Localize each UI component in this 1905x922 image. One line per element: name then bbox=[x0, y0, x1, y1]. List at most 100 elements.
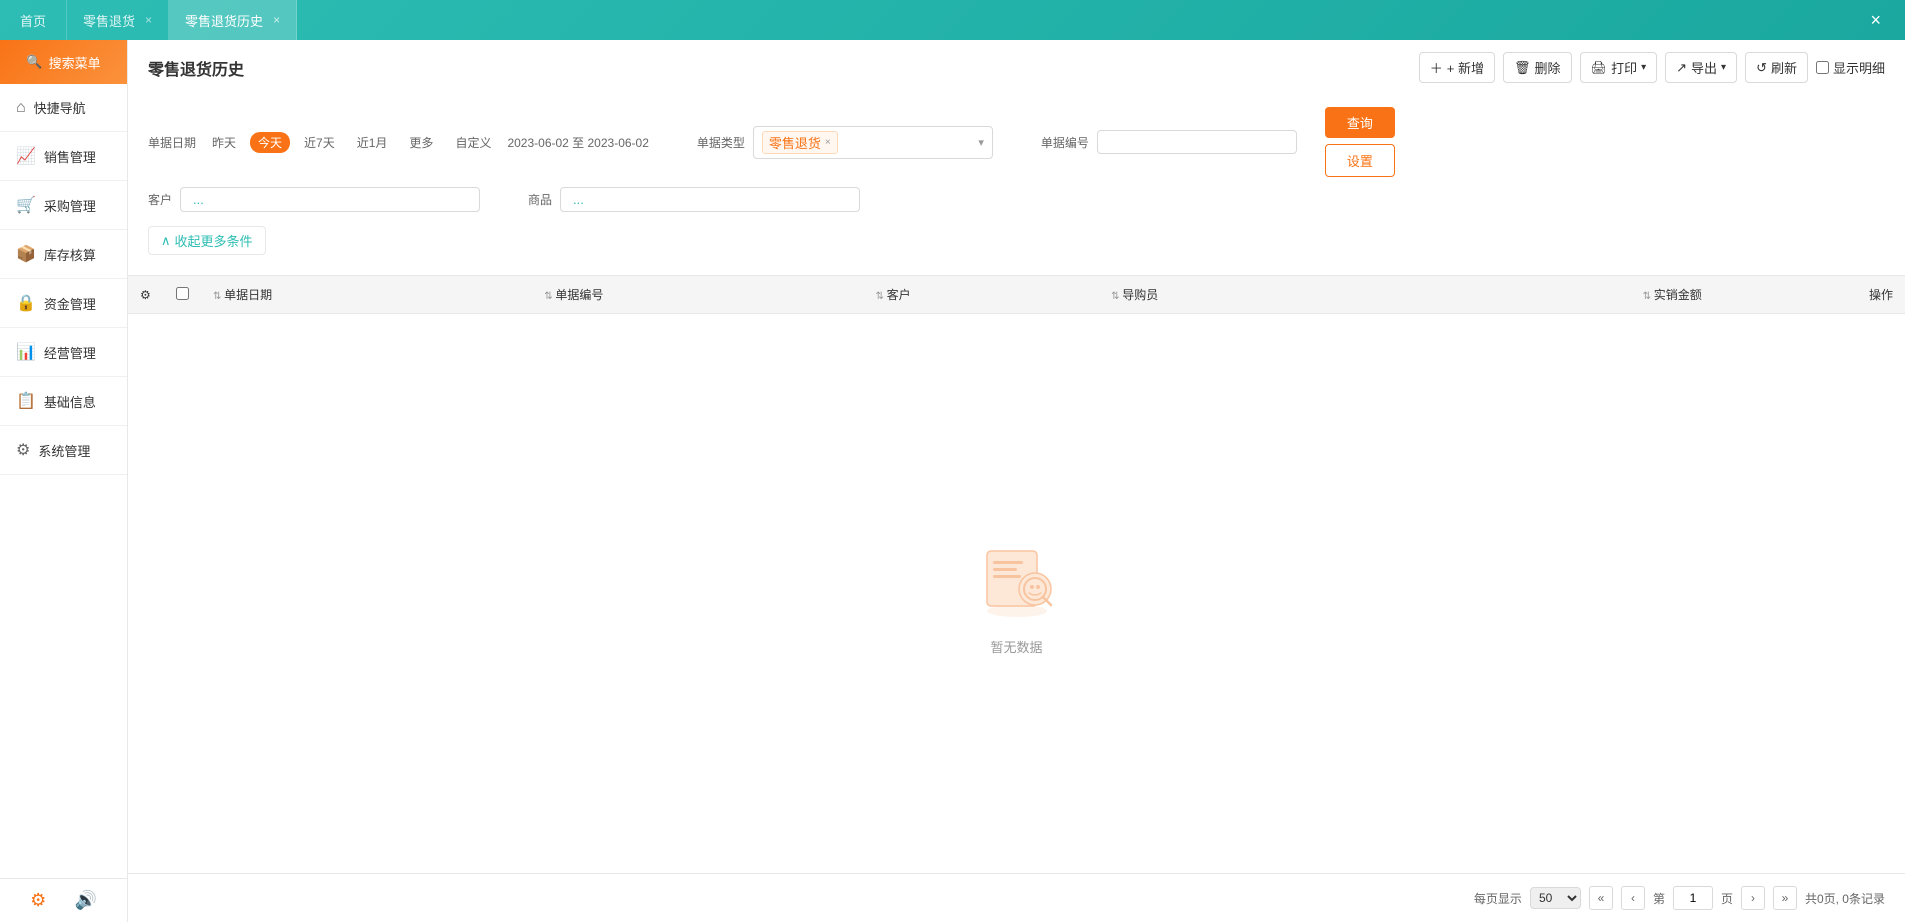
tab-retail-return-history-label: 零售退货历史 bbox=[185, 11, 263, 30]
operations-icon: 📊 bbox=[16, 342, 36, 362]
tab-retail-return-history-close[interactable]: × bbox=[273, 13, 280, 27]
filter-row-1: 单据日期 昨天 今天 近7天 近1月 更多 自定义 2023-06-02 至 2… bbox=[148, 107, 1885, 177]
collapse-button[interactable]: ∧ 收起更多条件 bbox=[148, 226, 266, 255]
window-close-button[interactable]: × bbox=[1862, 10, 1889, 31]
th-number[interactable]: 单据编号 bbox=[532, 276, 863, 314]
sidebar-item-purchase-mgmt[interactable]: 🛒 采购管理 bbox=[0, 181, 127, 230]
th-guide[interactable]: 导购员 bbox=[1099, 276, 1382, 314]
audio-footer-icon[interactable]: 🔊 bbox=[74, 890, 96, 911]
type-tag-label: 零售退货 bbox=[769, 133, 821, 152]
date-yesterday[interactable]: 昨天 bbox=[204, 132, 244, 153]
collapse-icon: ∧ bbox=[161, 233, 171, 249]
export-button[interactable]: ↗ 导出 bbox=[1665, 52, 1737, 83]
date-filter-label: 单据日期 bbox=[148, 134, 196, 151]
type-filter-label: 单据类型 bbox=[697, 134, 745, 151]
next-page-button[interactable]: › bbox=[1741, 886, 1765, 910]
setting-button[interactable]: 设置 bbox=[1325, 144, 1395, 177]
sidebar-item-sales-mgmt[interactable]: 📈 销售管理 bbox=[0, 132, 127, 181]
tab-retail-return-history[interactable]: 零售退货历史 × bbox=[169, 0, 297, 40]
query-button[interactable]: 查询 bbox=[1325, 107, 1395, 138]
sidebar-item-finance[interactable]: 🔒 资金管理 bbox=[0, 279, 127, 328]
last-page-button[interactable]: » bbox=[1773, 886, 1797, 910]
top-bar-right: × bbox=[1862, 10, 1905, 31]
export-label: 导出 bbox=[1691, 58, 1717, 77]
goods-select[interactable]: ... bbox=[560, 187, 860, 212]
table-container: ⚙ 单据日期 单据编号 客户 导购员 实销金额 操作 bbox=[128, 276, 1905, 873]
page-number-input[interactable] bbox=[1673, 886, 1713, 910]
goods-filter-label: 商品 bbox=[528, 191, 552, 208]
content-wrapper: 零售退货历史 ＋ + 新增 🗑 删除 🖨 打印 bbox=[128, 40, 1905, 922]
table-footer: 每页显示 20 50 100 « ‹ 第 页 › » 共0页, 0条记录 bbox=[128, 873, 1905, 922]
goods-ellipsis[interactable]: ... bbox=[569, 192, 588, 207]
date-today[interactable]: 今天 bbox=[250, 132, 290, 153]
content-area: 零售退货历史 ＋ + 新增 🗑 删除 🖨 打印 bbox=[128, 40, 1905, 922]
tab-retail-return-label: 零售退货 bbox=[83, 11, 135, 30]
date-filter-group: 单据日期 昨天 今天 近7天 近1月 更多 自定义 2023-06-02 至 2… bbox=[148, 132, 649, 153]
finance-icon: 🔒 bbox=[16, 293, 36, 313]
sidebar-item-quick-nav[interactable]: ⌂ 快捷导航 bbox=[0, 84, 127, 132]
show-details-label[interactable]: 显示明细 bbox=[1816, 58, 1885, 77]
page-goto-label: 第 bbox=[1653, 890, 1665, 907]
sidebar-item-inventory[interactable]: 📦 库存核算 bbox=[0, 230, 127, 279]
customer-filter-group: 客户 ... bbox=[148, 187, 480, 212]
delete-button[interactable]: 🗑 删除 bbox=[1503, 52, 1572, 83]
export-icon: ↗ bbox=[1676, 60, 1687, 76]
date-filter: 昨天 今天 近7天 近1月 更多 自定义 bbox=[204, 132, 499, 153]
th-customer[interactable]: 客户 bbox=[863, 276, 1099, 314]
th-amount[interactable]: 实销金额 bbox=[1383, 276, 1714, 314]
sidebar-item-finance-label: 资金管理 bbox=[44, 294, 96, 313]
type-tag-close[interactable]: × bbox=[825, 137, 831, 148]
basic-info-icon: 📋 bbox=[16, 391, 36, 411]
empty-icon bbox=[967, 531, 1067, 621]
refresh-button[interactable]: ↺ 刷新 bbox=[1745, 52, 1808, 83]
action-buttons: 查询 设置 bbox=[1325, 107, 1395, 177]
print-label: 打印 bbox=[1611, 58, 1637, 77]
add-button[interactable]: ＋ + 新增 bbox=[1419, 52, 1495, 83]
filter-area: 单据日期 昨天 今天 近7天 近1月 更多 自定义 2023-06-02 至 2… bbox=[148, 95, 1885, 275]
tab-retail-return[interactable]: 零售退货 × bbox=[67, 0, 169, 40]
date-1month[interactable]: 近1月 bbox=[349, 132, 396, 153]
tab-bar: 首页 零售退货 × 零售退货历史 × bbox=[0, 0, 1862, 40]
tab-retail-return-close[interactable]: × bbox=[145, 13, 152, 27]
date-7days[interactable]: 近7天 bbox=[296, 132, 343, 153]
toolbar: ＋ + 新增 🗑 删除 🖨 打印 ↗ 导出 bbox=[1419, 52, 1885, 83]
sidebar-item-basic-info[interactable]: 📋 基础信息 bbox=[0, 377, 127, 426]
print-button[interactable]: 🖨 打印 bbox=[1580, 52, 1658, 83]
th-date[interactable]: 单据日期 bbox=[201, 276, 532, 314]
th-action: 操作 bbox=[1714, 276, 1905, 314]
customer-select[interactable]: ... bbox=[180, 187, 480, 212]
tab-home[interactable]: 首页 bbox=[0, 0, 67, 40]
customer-filter-label: 客户 bbox=[148, 191, 172, 208]
sidebar-search-label: 搜索菜单 bbox=[49, 53, 101, 72]
page-unit-label: 页 bbox=[1721, 890, 1733, 907]
sidebar-item-basic-info-label: 基础信息 bbox=[44, 392, 96, 411]
settings-footer-icon[interactable]: ⚙ bbox=[30, 890, 46, 911]
prev-page-button[interactable]: ‹ bbox=[1621, 886, 1645, 910]
collapse-label: 收起更多条件 bbox=[175, 231, 253, 250]
collapse-row: ∧ 收起更多条件 bbox=[148, 222, 1885, 255]
id-filter-group: 单据编号 bbox=[1041, 130, 1297, 154]
refresh-label: 刷新 bbox=[1771, 58, 1797, 77]
select-all-checkbox[interactable] bbox=[176, 287, 189, 300]
date-custom[interactable]: 自定义 bbox=[447, 132, 499, 153]
show-details-checkbox[interactable] bbox=[1816, 61, 1829, 74]
sidebar-search[interactable]: 🔍 搜索菜单 bbox=[0, 40, 127, 84]
print-icon: 🖨 bbox=[1591, 60, 1608, 76]
th-settings[interactable]: ⚙ bbox=[128, 276, 164, 314]
page-size-label: 每页显示 bbox=[1474, 890, 1522, 907]
sidebar-item-operations[interactable]: 📊 经营管理 bbox=[0, 328, 127, 377]
add-icon: ＋ bbox=[1430, 58, 1443, 77]
refresh-icon: ↺ bbox=[1756, 60, 1767, 76]
first-page-button[interactable]: « bbox=[1589, 886, 1613, 910]
page-size-select[interactable]: 20 50 100 bbox=[1530, 887, 1581, 909]
tab-home-label: 首页 bbox=[20, 11, 46, 30]
type-select[interactable]: 零售退货 × ▾ bbox=[753, 126, 993, 159]
type-select-arrow: ▾ bbox=[978, 136, 984, 149]
sidebar-item-sys-mgmt[interactable]: ⚙ 系统管理 bbox=[0, 426, 127, 475]
sidebar-item-quick-nav-label: 快捷导航 bbox=[34, 98, 86, 117]
customer-ellipsis[interactable]: ... bbox=[189, 192, 208, 207]
id-filter-input[interactable] bbox=[1097, 130, 1297, 154]
date-more[interactable]: 更多 bbox=[401, 132, 441, 153]
th-checkbox[interactable] bbox=[164, 276, 201, 314]
main-layout: 🔍 搜索菜单 ⌂ 快捷导航 📈 销售管理 🛒 采购管理 📦 库存核算 🔒 bbox=[0, 40, 1905, 922]
